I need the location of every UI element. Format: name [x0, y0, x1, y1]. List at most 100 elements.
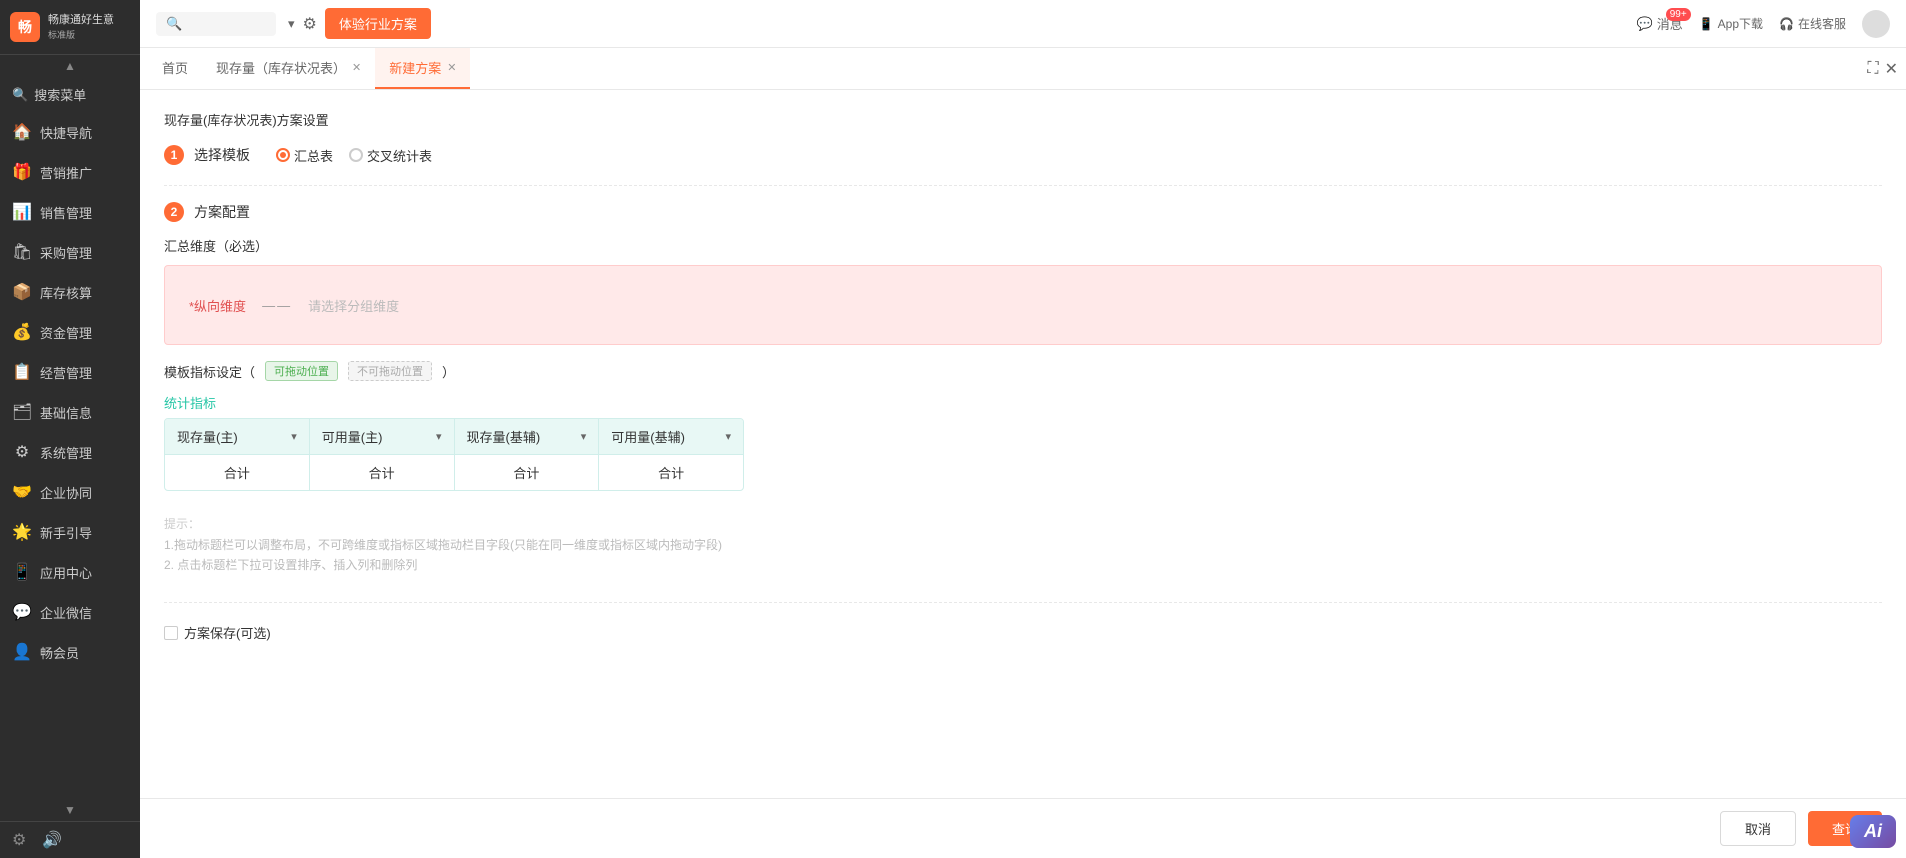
stats-header-cell-1[interactable]: 现存量(主) ▾	[165, 419, 310, 454]
sidebar-item-label: 企业协同	[40, 483, 92, 502]
topbar-search-area[interactable]: 🔍	[156, 12, 276, 36]
page-title: 现存量(库存状况表)方案设置	[164, 110, 1882, 129]
home-icon: 🏠	[12, 122, 32, 142]
stats-data-cell-3: 合计	[455, 455, 600, 490]
handshake-icon: 🤝	[12, 482, 32, 502]
topbar-dropdown[interactable]: ▾	[284, 16, 295, 32]
sidebar-scroll-down[interactable]: ▼	[0, 799, 140, 821]
col2-header: 可用量(主)	[322, 427, 383, 446]
sidebar-item-member[interactable]: 👤 畅会员	[0, 632, 140, 672]
stats-header-cell-3[interactable]: 现存量(基辅) ▾	[455, 419, 600, 454]
section-divider-2	[164, 602, 1882, 603]
message-badge: 99+	[1666, 8, 1691, 21]
star-icon: 🌟	[12, 522, 32, 542]
sidebar-item-marketing[interactable]: 🎁 营销推广	[0, 152, 140, 192]
topbar: 🔍 ▾ ⚙ 体验行业方案 💬 消息 99+ 📱 App下载	[140, 0, 1906, 48]
expand-icon[interactable]: ⛶	[1867, 60, 1878, 78]
chevron-down-icon-1[interactable]: ▾	[291, 430, 297, 443]
sidebar-scroll-up[interactable]: ▲	[0, 55, 140, 77]
step2-section: 2 方案配置 汇总维度（必选） *纵向维度 —— 请选择分组维度 模板指	[164, 202, 1882, 642]
col4-header: 可用量(基辅)	[611, 427, 685, 446]
phone-download-icon: 📱	[1699, 17, 1714, 31]
stats-header-cell-4[interactable]: 可用量(基辅) ▾	[599, 419, 743, 454]
settings-icon[interactable]: ⚙	[12, 830, 26, 850]
message-area[interactable]: 💬 消息 99+	[1637, 14, 1683, 33]
step2-header: 2 方案配置	[164, 202, 1882, 222]
experience-btn[interactable]: 体验行业方案	[325, 8, 431, 39]
phone-icon: 📱	[12, 562, 32, 582]
app-download-label: App下载	[1718, 15, 1763, 32]
sidebar-item-label: 营销推广	[40, 163, 92, 182]
stats-header-row: 现存量(主) ▾ 可用量(主) ▾ 现存量(基辅)	[165, 419, 743, 454]
chevron-down-icon-3[interactable]: ▾	[581, 430, 587, 443]
chevron-down-icon-2[interactable]: ▾	[436, 430, 442, 443]
sidebar-item-purchase[interactable]: 🛍 采购管理	[0, 232, 140, 272]
sidebar-item-label: 资金管理	[40, 323, 92, 342]
app-download[interactable]: 📱 App下载	[1699, 15, 1763, 32]
cancel-button[interactable]: 取消	[1720, 811, 1796, 846]
tab-label: 现存量（库存状况表）	[216, 58, 346, 77]
sidebar-search[interactable]: 🔍 搜索菜单	[0, 77, 140, 112]
dimension-arrow: ——	[262, 298, 292, 313]
chevron-down-icon-4[interactable]: ▾	[725, 430, 731, 443]
tip-item-2: 2. 点击标题栏下拉可设置排序、插入列和删除列	[164, 556, 1882, 573]
sidebar-item-system[interactable]: ⚙ 系统管理	[0, 432, 140, 472]
step1-header: 1 选择模板 汇总表 交叉统计表	[164, 145, 1882, 165]
tab-close-icon[interactable]: ✕	[352, 61, 361, 74]
stats-header-cell-2[interactable]: 可用量(主) ▾	[310, 419, 455, 454]
topbar-gear-icon[interactable]: ⚙	[303, 14, 317, 34]
stats-title: 统计指标	[164, 393, 1882, 412]
radio-dot-summary	[276, 148, 290, 162]
topbar-right: 💬 消息 99+ 📱 App下载 🎧 在线客服	[1637, 10, 1890, 38]
stats-table: 现存量(主) ▾ 可用量(主) ▾ 现存量(基辅)	[164, 418, 744, 491]
tab-label: 首页	[162, 58, 188, 77]
sidebar-item-finance[interactable]: 💰 资金管理	[0, 312, 140, 352]
tab-new-plan[interactable]: 新建方案 ✕	[375, 48, 470, 89]
app-edition: 标准版	[48, 28, 114, 41]
chat-icon: 💬	[12, 602, 32, 622]
tabs-expand: ⛶ ✕	[1859, 59, 1898, 79]
sidebar-item-sales[interactable]: 📊 销售管理	[0, 192, 140, 232]
tabs-bar: 首页 现存量（库存状况表） ✕ 新建方案 ✕ ⛶ ✕	[140, 48, 1906, 90]
dimension-area[interactable]: *纵向维度 —— 请选择分组维度	[164, 265, 1882, 345]
radio-label-summary: 汇总表	[294, 146, 333, 165]
sidebar-item-basic[interactable]: 🗂 基础信息	[0, 392, 140, 432]
sidebar-item-operation[interactable]: 📋 经营管理	[0, 352, 140, 392]
tab-inventory-status[interactable]: 现存量（库存状况表） ✕	[202, 48, 375, 89]
step1-section: 1 选择模板 汇总表 交叉统计表	[164, 145, 1882, 165]
sidebar-item-label: 采购管理	[40, 243, 92, 262]
logo-icon: 畅	[10, 12, 40, 42]
ai-badge[interactable]: Ai	[1850, 815, 1896, 848]
radio-summary[interactable]: 汇总表	[276, 146, 333, 165]
stats-data-row: 合计 合计 合计 合计	[165, 454, 743, 490]
user-avatar[interactable]	[1862, 10, 1890, 38]
save-checkbox[interactable]	[164, 626, 178, 640]
indicator-settings: 模板指标设定（ 可拖动位置 不可拖动位置 ） 统计指标 现存量(主)	[164, 361, 1882, 491]
radio-cross[interactable]: 交叉统计表	[349, 146, 432, 165]
save-option: 方案保存(可选)	[164, 623, 1882, 642]
sidebar-item-quick-nav[interactable]: 🏠 快捷导航	[0, 112, 140, 152]
step2-number: 2	[164, 202, 184, 222]
sidebar-item-inventory[interactable]: 📦 库存核算	[0, 272, 140, 312]
indicator-settings-close: ）	[442, 362, 455, 381]
sidebar-item-cooperation[interactable]: 🤝 企业协同	[0, 472, 140, 512]
sidebar-item-label: 快捷导航	[40, 123, 92, 142]
online-service[interactable]: 🎧 在线客服	[1779, 15, 1846, 32]
main: 🔍 ▾ ⚙ 体验行业方案 💬 消息 99+ 📱 App下载	[140, 0, 1906, 858]
radio-dot-cross	[349, 148, 363, 162]
sidebar-item-enterprise-wechat[interactable]: 💬 企业微信	[0, 592, 140, 632]
sidebar-nav: 🏠 快捷导航 🎁 营销推广 📊 销售管理 🛍 采购管理 📦 库存核算 💰 资金管…	[0, 112, 140, 799]
clipboard-icon: 📋	[12, 362, 32, 382]
sidebar-item-app-center[interactable]: 📱 应用中心	[0, 552, 140, 592]
app-name: 畅康通好生意	[48, 13, 114, 27]
tab-close-icon[interactable]: ✕	[447, 61, 456, 74]
sidebar-item-newbie[interactable]: 🌟 新手引导	[0, 512, 140, 552]
section-divider-1	[164, 185, 1882, 186]
close-panel-icon[interactable]: ✕	[1885, 59, 1898, 79]
indicator-settings-label: 模板指标设定（ 可拖动位置 不可拖动位置 ）	[164, 361, 1882, 381]
indicator-settings-text: 模板指标设定（	[164, 362, 255, 381]
search-label: 搜索菜单	[34, 85, 86, 104]
volume-icon[interactable]: 🔊	[42, 830, 62, 850]
save-option-label: 方案保存(可选)	[184, 623, 271, 642]
tab-home[interactable]: 首页	[148, 48, 202, 89]
